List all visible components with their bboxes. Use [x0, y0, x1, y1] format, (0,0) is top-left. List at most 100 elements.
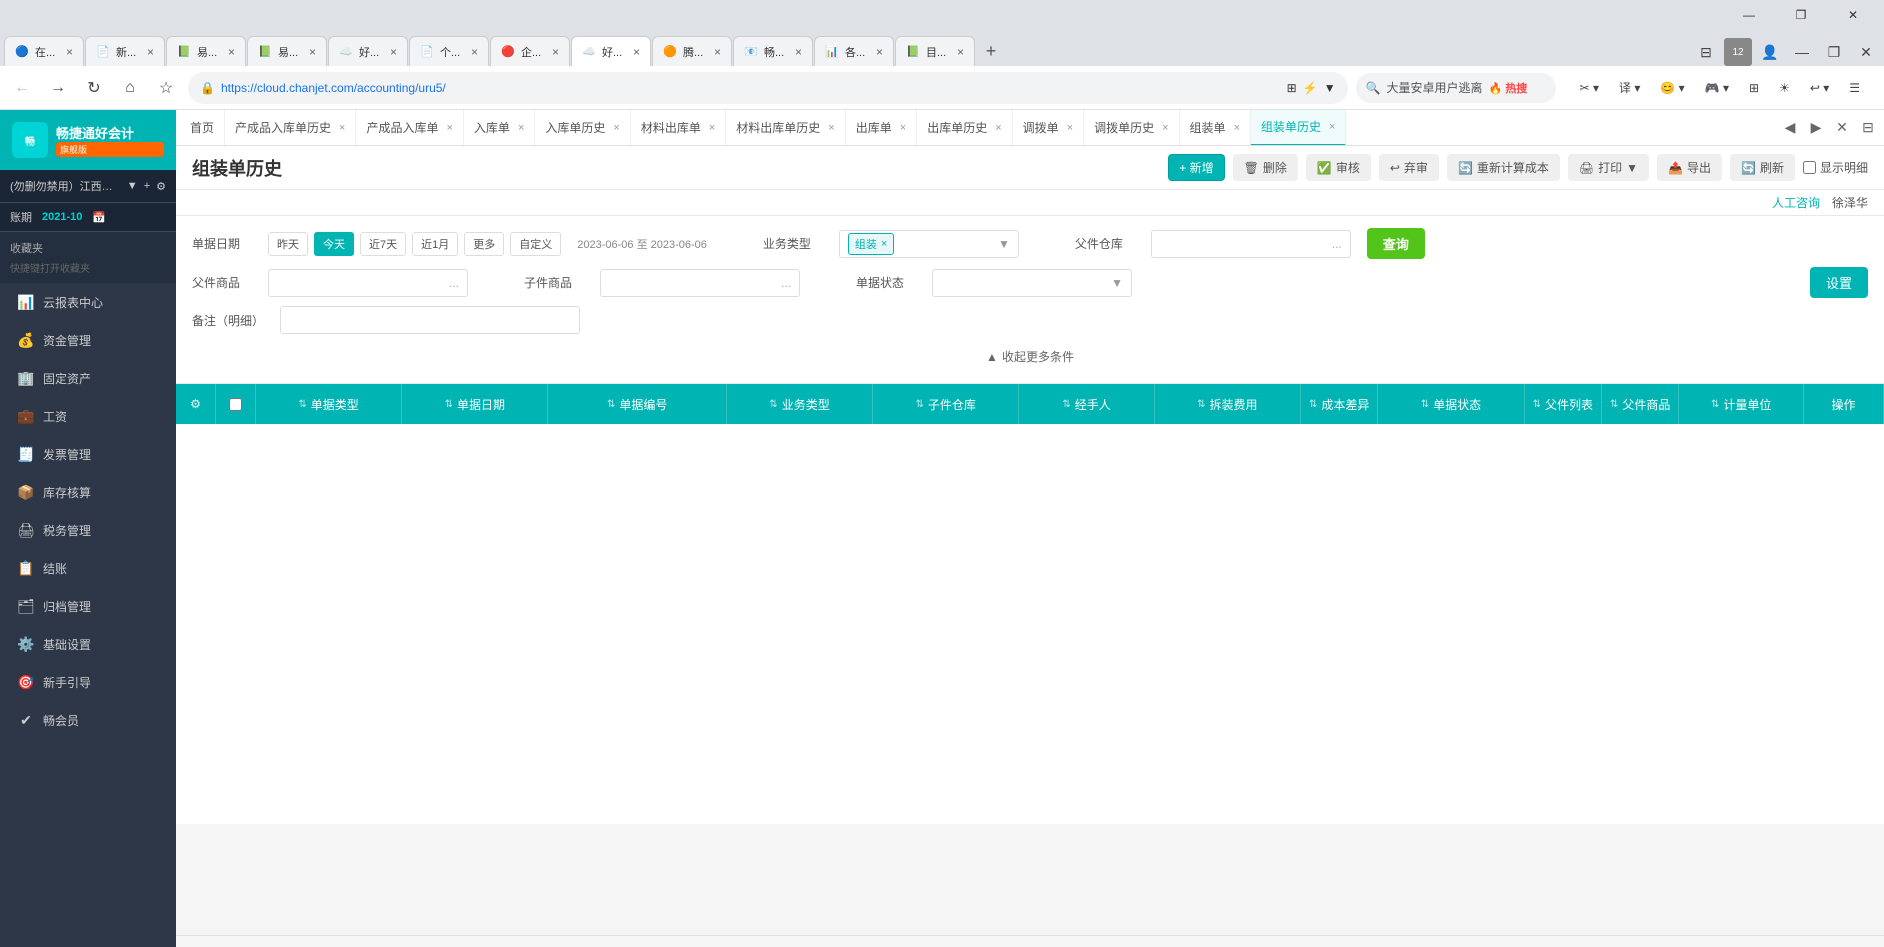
grid-tool[interactable]: ⊞ [1741, 74, 1767, 102]
page-tab-out[interactable]: 出库单 × [846, 110, 917, 146]
games-tool[interactable]: 🎮 ▾ [1697, 74, 1737, 102]
browser-tab-t4[interactable]: 📗 易... × [247, 36, 327, 66]
theme-tool[interactable]: ☀ [1771, 74, 1798, 102]
th-subwarehouse[interactable]: ⇅ 子件仓库 [873, 384, 1019, 424]
window-close[interactable]: ✕ [1852, 38, 1880, 66]
page-tab-out-hist[interactable]: 出库单历史 × [917, 110, 1012, 146]
browser-tab-t8[interactable]: ☁️ 好... × [571, 36, 651, 66]
th-unit[interactable]: ⇅ 计量单位 [1679, 384, 1804, 424]
date-filter-更多[interactable]: 更多 [464, 232, 504, 256]
page-tab-in-order[interactable]: 入库单 × [464, 110, 535, 146]
refresh-button[interactable]: 🔄 刷新 [1730, 154, 1795, 181]
search-box[interactable]: 🔍 大量安卓用户逃离 🔥 热搜 [1356, 73, 1556, 103]
browser-tab-t5[interactable]: ☁️ 好... × [328, 36, 408, 66]
close-button[interactable]: ✕ [1830, 0, 1876, 30]
page-tab-close[interactable]: × [1067, 122, 1073, 134]
page-tab-in-hist[interactable]: 入库单历史 × [535, 110, 630, 146]
tab-close-icon[interactable]: × [795, 45, 802, 59]
display-toggle[interactable]: 显示明细 [1803, 159, 1868, 176]
date-filter-近1月[interactable]: 近1月 [412, 232, 458, 256]
page-tab-assemble-hist[interactable]: 调拨单历史 × [1084, 110, 1179, 146]
tab-close-icon[interactable]: × [66, 45, 73, 59]
menu-button[interactable]: ☰ [1841, 74, 1868, 102]
sidebar-item-tax[interactable]: 🖨 税务管理 [0, 511, 176, 549]
tab-close-icon[interactable]: × [471, 45, 478, 59]
date-filter-昨天[interactable]: 昨天 [268, 232, 308, 256]
scissors-tool[interactable]: ✂ ▾ [1572, 74, 1607, 102]
page-tab-assemble[interactable]: 调拨单 × [1013, 110, 1084, 146]
sidebar-item-checkout[interactable]: 📋 结账 [0, 549, 176, 587]
page-tab-prod-in-hist[interactable]: 产成品入库单历史 × [225, 110, 356, 146]
page-tab-close[interactable]: × [1234, 122, 1240, 134]
browser-tab-t3[interactable]: 📗 易... × [166, 36, 246, 66]
home-button[interactable]: ⌂ [116, 74, 144, 102]
parent-warehouse-dropdown[interactable]: ... [1151, 230, 1351, 258]
browser-tab-t7[interactable]: 🔴 企... × [490, 36, 570, 66]
page-tab-close[interactable]: × [828, 122, 834, 134]
page-tab-close[interactable]: × [446, 122, 452, 134]
tab-close-others[interactable]: ⊟ [1856, 116, 1880, 140]
page-tab-assembly[interactable]: 组装单 × [1180, 110, 1251, 146]
maximize-button[interactable]: ❐ [1778, 0, 1824, 30]
window-minimize[interactable]: — [1788, 38, 1816, 66]
address-dropdown-icon[interactable]: ▼ [1324, 81, 1336, 95]
emoji-tool[interactable]: 😊 ▾ [1652, 74, 1692, 102]
th-status[interactable]: ⇅ 单据状态 [1378, 384, 1524, 424]
tab-list-button[interactable]: ⊟ [1692, 38, 1720, 66]
browser-tab-t1[interactable]: 🔵 在... × [4, 36, 84, 66]
add-company-icon[interactable]: + [144, 180, 150, 192]
bottom-scrollbar[interactable] [176, 935, 1884, 947]
select-all-checkbox[interactable] [229, 398, 242, 411]
page-tab-close[interactable]: × [613, 122, 619, 134]
settings-button[interactable]: 设置 [1810, 267, 1868, 298]
sidebar-item-invoice[interactable]: 🧾 发票管理 [0, 435, 176, 473]
browser-tab-t12[interactable]: 📗 目... × [895, 36, 975, 66]
translate-tool[interactable]: 译 ▾ [1611, 74, 1648, 102]
biz-type-dropdown[interactable]: 组装 × ▼ [839, 230, 1019, 258]
order-status-dropdown[interactable]: ▼ [932, 269, 1132, 297]
th-disassembly[interactable]: ⇅ 拆装费用 [1155, 384, 1301, 424]
date-filter-近7天[interactable]: 近7天 [360, 232, 406, 256]
th-parent_goods[interactable]: ⇅ 父件商品 [1602, 384, 1679, 424]
biz-type-tag-remove[interactable]: × [881, 238, 887, 250]
back-button[interactable]: ← [8, 74, 36, 102]
browser-tab-t2[interactable]: 📄 新... × [85, 36, 165, 66]
reload-button[interactable]: ↻ [80, 74, 108, 102]
tab-scroll-left[interactable]: ◀ [1778, 116, 1802, 140]
delete-button[interactable]: 🗑 删除 [1233, 154, 1298, 181]
page-tab-close[interactable]: × [995, 122, 1001, 134]
company-selector[interactable]: (勿删勿禁用）江西服宝测试专用 ▼ + ⚙ [0, 170, 176, 203]
sidebar-item-archive[interactable]: 🗂 归档管理 [0, 587, 176, 625]
page-tab-mat-out[interactable]: 材料出库单 × [631, 110, 726, 146]
tab-close-icon[interactable]: × [876, 45, 883, 59]
export-button[interactable]: 📤 导出 [1657, 154, 1722, 181]
page-tab-home[interactable]: 首页 [180, 110, 225, 146]
date-filter-自定义[interactable]: 自定义 [510, 232, 561, 256]
th-parent_list[interactable]: ⇅ 父件列表 [1525, 384, 1602, 424]
tab-close-icon[interactable]: × [228, 45, 235, 59]
query-button[interactable]: 查询 [1367, 228, 1425, 259]
tab-scroll-right[interactable]: ▶ [1804, 116, 1828, 140]
sidebar-item-assets[interactable]: 🏢 固定资产 [0, 359, 176, 397]
browser-tab-t9[interactable]: 🟠 腾... × [652, 36, 732, 66]
audit-button[interactable]: ✅ 审核 [1306, 154, 1371, 181]
company-settings-icon[interactable]: ⚙ [156, 180, 166, 193]
unaudit-button[interactable]: ↩ 弃审 [1379, 154, 1439, 181]
service-link[interactable]: 人工咨询 [1772, 194, 1820, 211]
sidebar-item-settings[interactable]: ⚙️ 基础设置 [0, 625, 176, 663]
window-restore[interactable]: ❐ [1820, 38, 1848, 66]
bookmark-button[interactable]: ☆ [152, 74, 180, 102]
th-number[interactable]: ⇅ 单据编号 [548, 384, 727, 424]
th-biztype[interactable]: ⇅ 业务类型 [727, 384, 873, 424]
page-tab-close[interactable]: × [518, 122, 524, 134]
tab-close-icon[interactable]: × [147, 45, 154, 59]
page-tab-close[interactable]: × [1329, 121, 1335, 133]
sidebar-item-guide[interactable]: 🎯 新手引导 [0, 663, 176, 701]
page-tab-close[interactable]: × [900, 122, 906, 134]
browser-tab-t10[interactable]: 📧 畅... × [733, 36, 813, 66]
tab-close-current[interactable]: ✕ [1830, 116, 1854, 140]
page-tab-assembly-hist[interactable]: 组装单历史 × [1251, 110, 1346, 146]
display-toggle-checkbox[interactable] [1803, 161, 1816, 174]
history-tool[interactable]: ↩ ▾ [1802, 74, 1837, 102]
remark-input[interactable] [280, 306, 580, 334]
